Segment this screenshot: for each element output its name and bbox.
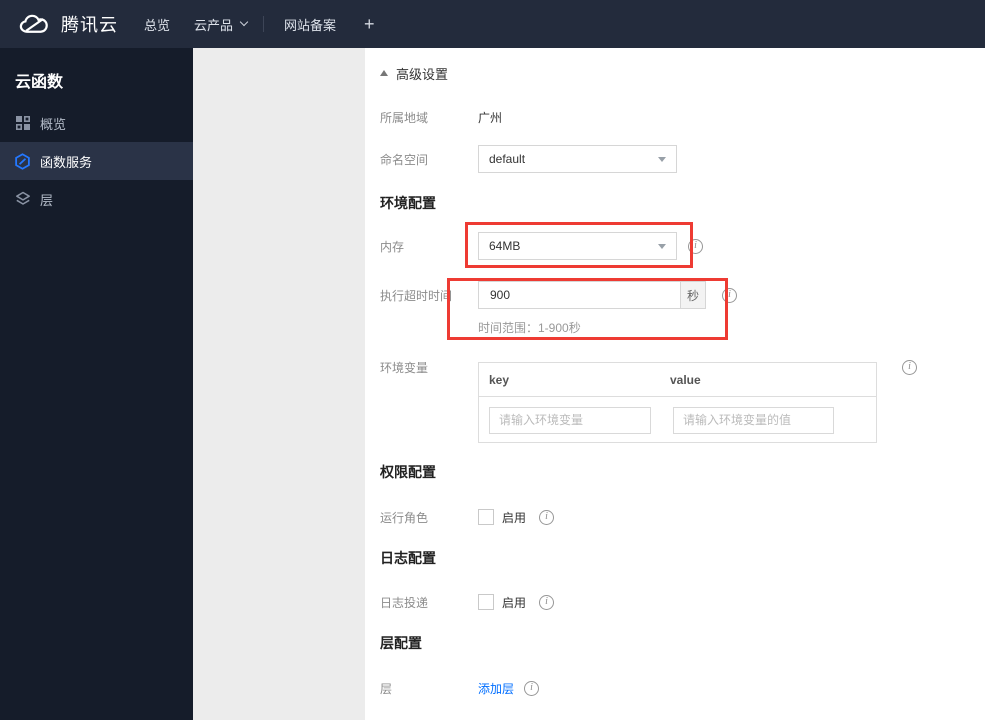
cloud-logo-icon xyxy=(18,13,52,36)
top-navbar: 腾讯云 总览 云产品 网站备案 + xyxy=(0,0,985,48)
timeout-unit-addon: 秒 xyxy=(680,282,705,308)
memory-row: 内存 64MB xyxy=(380,232,703,260)
grid-overview-icon xyxy=(14,115,31,132)
timeout-info-icon[interactable] xyxy=(722,287,737,303)
collapse-arrow-icon xyxy=(380,70,388,76)
scf-hexagon-icon xyxy=(14,152,31,170)
perm-config-heading: 权限配置 xyxy=(380,464,436,480)
namespace-label: 命名空间 xyxy=(380,152,429,167)
envvar-table-header: key value xyxy=(479,363,876,397)
run-role-info-icon[interactable] xyxy=(539,509,555,525)
run-role-row: 运行角色 启用 xyxy=(380,508,555,526)
sidebar-item-layers-label: 层 xyxy=(40,192,54,208)
layer-label: 层 xyxy=(380,681,393,696)
sidebar: 云函数 概览 函数服务 层 xyxy=(0,48,193,720)
nav-item-overview[interactable]: 总览 xyxy=(144,15,170,34)
region-row: 所属地域 广州 xyxy=(380,107,502,127)
envvar-value-header: value xyxy=(670,372,701,387)
chevron-down-icon xyxy=(239,17,249,27)
nav-item-overview-label: 总览 xyxy=(144,17,171,33)
log-config-heading: 日志配置 xyxy=(380,550,436,566)
timeout-label: 执行超时时间 xyxy=(380,288,453,303)
region-value: 广州 xyxy=(478,110,503,125)
timeout-row: 执行超时时间 秒 xyxy=(380,281,737,309)
timeout-input-group: 秒 xyxy=(478,281,706,309)
layers-icon xyxy=(14,191,31,208)
sidebar-title: 云函数 xyxy=(15,74,64,91)
namespace-selected-value: default xyxy=(489,152,526,166)
page-background-gutter xyxy=(193,48,365,720)
run-role-enable-label: 启用 xyxy=(502,510,527,525)
envvar-label-row: 环境变量 xyxy=(380,359,478,375)
sidebar-item-layers[interactable]: 层 xyxy=(0,180,193,218)
layer-config-section: 层配置 xyxy=(380,634,422,652)
envvar-label: 环境变量 xyxy=(380,360,429,375)
tencent-cloud-logo[interactable]: 腾讯云 xyxy=(18,11,118,37)
add-tab-button[interactable]: + xyxy=(364,14,375,35)
advanced-settings-label: 高级设置 xyxy=(396,66,449,82)
layer-config-heading: 层配置 xyxy=(380,635,422,651)
region-label: 所属地域 xyxy=(380,110,429,125)
chevron-down-icon xyxy=(658,243,666,249)
sidebar-item-overview-label: 概览 xyxy=(40,116,67,132)
memory-label: 内存 xyxy=(380,239,405,254)
namespace-row: 命名空间 default xyxy=(380,145,677,173)
add-layer-info-icon[interactable] xyxy=(524,680,540,696)
sidebar-item-function-service-label: 函数服务 xyxy=(40,154,93,170)
envvar-info-icon[interactable] xyxy=(902,360,917,375)
nav-item-cloud-products-label: 云产品 xyxy=(194,17,234,33)
function-config-panel: 高级设置 所属地域 广州 命名空间 default 环境配置 内存 64MB 执… xyxy=(365,48,985,720)
envvar-key-header: key xyxy=(489,372,510,387)
layer-row: 层 添加层 xyxy=(380,679,540,697)
navbar-divider xyxy=(263,16,265,32)
env-config-section: 环境配置 xyxy=(380,194,436,212)
sidebar-item-overview[interactable]: 概览 xyxy=(0,104,193,142)
add-layer-link[interactable]: 添加层 xyxy=(478,680,514,697)
sidebar-item-function-service[interactable]: 函数服务 xyxy=(0,142,193,180)
env-config-heading: 环境配置 xyxy=(380,195,436,211)
log-shipping-enable-label: 启用 xyxy=(502,595,527,610)
nav-item-icp-filing[interactable]: 网站备案 xyxy=(284,15,336,34)
logo-text: 腾讯云 xyxy=(61,15,118,35)
timeout-input[interactable] xyxy=(479,282,680,308)
advanced-settings-toggle[interactable]: 高级设置 xyxy=(380,63,448,83)
envvar-table: key value xyxy=(478,362,877,443)
navbar-menu: 总览 云产品 网站备案 + xyxy=(144,14,375,35)
log-shipping-row: 日志投递 启用 xyxy=(380,593,555,611)
envvar-table-row xyxy=(479,397,876,443)
memory-info-icon[interactable] xyxy=(688,238,703,254)
namespace-select[interactable]: default xyxy=(478,145,677,173)
run-role-enable-checkbox[interactable] xyxy=(478,509,494,525)
envvar-value-input[interactable] xyxy=(673,406,834,434)
perm-config-section: 权限配置 xyxy=(380,463,436,481)
sidebar-menu: 概览 函数服务 层 xyxy=(0,104,193,218)
memory-select[interactable]: 64MB xyxy=(478,232,677,260)
envvar-key-input[interactable] xyxy=(489,406,651,434)
memory-selected-value: 64MB xyxy=(489,239,521,253)
nav-item-icp-filing-label: 网站备案 xyxy=(284,17,337,33)
run-role-label: 运行角色 xyxy=(380,510,429,525)
log-shipping-info-icon[interactable] xyxy=(539,594,555,610)
log-shipping-label: 日志投递 xyxy=(380,595,429,610)
timeout-range-hint: 时间范围：1-900秒 xyxy=(478,321,581,335)
log-config-section: 日志配置 xyxy=(380,549,436,567)
log-shipping-enable-checkbox[interactable] xyxy=(478,594,494,610)
nav-item-cloud-products[interactable]: 云产品 xyxy=(194,15,249,34)
chevron-down-icon xyxy=(658,156,666,162)
